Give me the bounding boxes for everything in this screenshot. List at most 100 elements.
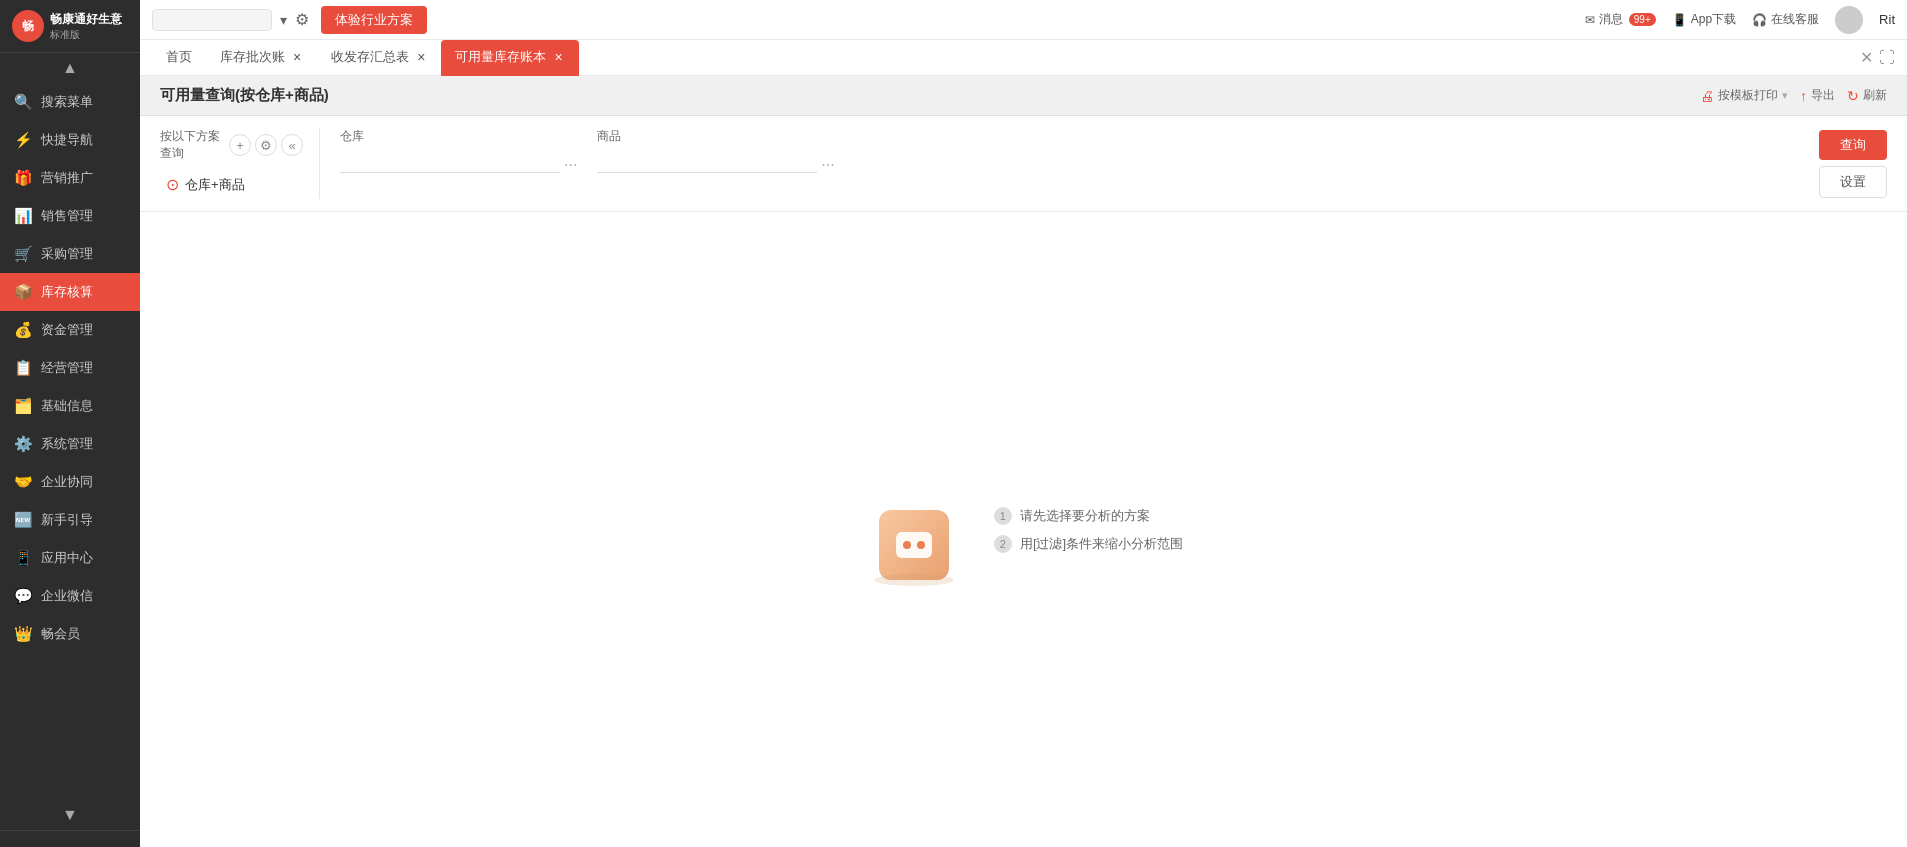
tabs-close-btn[interactable]: ✕ (1860, 48, 1873, 67)
filter-warehouse-input-row: ... (340, 149, 577, 173)
sidebar-scroll-down[interactable]: ▼ (0, 800, 140, 830)
tab-receive-summary[interactable]: 收发存汇总表 × (317, 40, 441, 76)
sidebar-label-shortcut: 快捷导航 (41, 131, 93, 149)
sidebar-item-shortcut[interactable]: ⚡快捷导航 (0, 121, 140, 159)
tabs-expand-btn[interactable]: ⛶ (1879, 48, 1895, 67)
customer-service-item[interactable]: 🎧 在线客服 (1752, 11, 1819, 28)
empty-robot-illustration (864, 480, 964, 580)
refresh-icon: ↻ (1847, 88, 1859, 104)
scheme-icons: + ⚙ « (229, 134, 303, 156)
query-scheme-title: 按以下方案查询 (160, 128, 229, 162)
sidebar-item-enterprise[interactable]: 🤝 企业协同 (0, 463, 140, 501)
filter-goods-input-row: ... (597, 149, 834, 173)
export-action[interactable]: ↑ 导出 (1800, 87, 1835, 104)
filter-goods-input[interactable] (597, 149, 817, 173)
sidebar-menu: 🔍搜索菜单⚡快捷导航 🎁 营销推广 📊销售管理 🛒 采购管理 📦库存核算 💰 资金管理 📋经营管理… (0, 83, 140, 800)
filter-warehouse: 仓库 ... (340, 128, 577, 173)
industry-solution-button[interactable]: 体验行业方案 (321, 6, 427, 34)
sidebar-label-marketing: 营销推广 (41, 169, 93, 187)
message-icon: ✉ (1585, 13, 1595, 27)
sidebar-item-guide[interactable]: 🆕新手引导 (0, 501, 140, 539)
tab-batch-ledger-label: 库存批次账 (220, 48, 285, 66)
robot-eye-left (903, 541, 911, 549)
sidebar-icon-wechat: 💬 (14, 587, 33, 605)
sidebar-label-member: 畅会员 (41, 625, 80, 643)
tab-batch-ledger-close[interactable]: × (291, 50, 303, 64)
user-avatar[interactable] (1835, 6, 1863, 34)
scheme-item-icon: ⊙ (166, 175, 179, 194)
sidebar-item-member[interactable]: 👑畅会员 (0, 615, 140, 653)
sidebar-item-purchase[interactable]: 🛒 采购管理 (0, 235, 140, 273)
sidebar-label-enterprise: 企业协同 (41, 473, 93, 491)
refresh-action[interactable]: ↻ 刷新 (1847, 87, 1887, 104)
topbar-gear-btn[interactable]: ⚙ (295, 10, 309, 29)
sidebar-icon-search: 🔍 (14, 93, 33, 111)
tabs-bar: 首页 库存批次账 × 收发存汇总表 × 可用量库存账本 × ✕ ⛶ (140, 40, 1907, 76)
topbar-search-input[interactable] (152, 9, 272, 31)
tab-available-ledger[interactable]: 可用量库存账本 × (441, 40, 578, 76)
sidebar-icon-operations: 📋 (14, 359, 33, 377)
query-button[interactable]: 查询 (1819, 130, 1887, 160)
sidebar-label-purchase: 采购管理 (41, 245, 93, 263)
app-download-item[interactable]: 📱 App下载 (1672, 11, 1736, 28)
print-template-action[interactable]: 🖨 按模板打印 ▾ (1700, 87, 1788, 104)
robot-face (896, 532, 932, 558)
scheme-settings-btn[interactable]: ⚙ (255, 134, 277, 156)
app-download-label: App下载 (1691, 11, 1736, 28)
filter-goods-dots[interactable]: ... (821, 152, 834, 170)
sidebar-scroll-up[interactable]: ▲ (0, 53, 140, 83)
scheme-add-btn[interactable]: + (229, 134, 251, 156)
tab-receive-summary-close[interactable]: × (415, 50, 427, 64)
filter-warehouse-dots[interactable]: ... (564, 152, 577, 170)
tab-home[interactable]: 首页 (152, 40, 206, 76)
settings-button[interactable]: 设置 (1819, 166, 1887, 198)
sidebar-item-sales[interactable]: 📊销售管理 (0, 197, 140, 235)
export-icon: ↑ (1800, 88, 1807, 104)
sidebar-icon-system: ⚙️ (14, 435, 33, 453)
empty-hint-2: 2 用[过滤]条件来缩小分析范围 (994, 535, 1183, 553)
filter-goods-label: 商品 (597, 128, 834, 145)
sidebar-label-sales: 销售管理 (41, 207, 93, 225)
topbar-dropdown-btn[interactable]: ▾ (280, 12, 287, 28)
sidebar-bottom (0, 830, 140, 847)
print-dropdown-icon: ▾ (1782, 89, 1788, 102)
headset-icon: 🎧 (1752, 13, 1767, 27)
sidebar-item-inventory[interactable]: 📦库存核算 (0, 273, 140, 311)
scheme-item-label: 仓库+商品 (185, 176, 245, 194)
sidebar-item-operations[interactable]: 📋经营管理 (0, 349, 140, 387)
settings-icon: ⚙ (260, 138, 272, 153)
filter-warehouse-input[interactable] (340, 149, 560, 173)
sidebar-item-finance[interactable]: 💰 资金管理 (0, 311, 140, 349)
print-icon: 🖨 (1700, 88, 1714, 104)
empty-text: 1 请先选择要分析的方案 2 用[过滤]条件来缩小分析范围 (994, 507, 1183, 553)
empty-hint-1-text: 请先选择要分析的方案 (1020, 507, 1150, 525)
empty-hint-2-text: 用[过滤]条件来缩小分析范围 (1020, 535, 1183, 553)
sidebar-item-search[interactable]: 🔍搜索菜单 (0, 83, 140, 121)
sidebar-title-block: 畅康通好生意 标准版 (50, 11, 122, 42)
scheme-collapse-btn[interactable]: « (281, 134, 303, 156)
tab-available-ledger-close[interactable]: × (552, 50, 564, 64)
topbar-right: ✉ 消息 99+ 📱 App下载 🎧 在线客服 Rit (1585, 6, 1895, 34)
query-scheme-header: 按以下方案查询 + ⚙ « (160, 128, 303, 162)
sidebar-icon-marketing: 🎁 (14, 169, 33, 187)
collapse-icon: « (288, 138, 295, 153)
sidebar-label-finance: 资金管理 (41, 321, 93, 339)
query-filters: 仓库 ... 商品 ... (340, 128, 1799, 173)
refresh-label: 刷新 (1863, 87, 1887, 104)
scheme-item-warehouse-goods[interactable]: ⊙ 仓库+商品 (160, 170, 303, 199)
notifications-item[interactable]: ✉ 消息 99+ (1585, 11, 1656, 28)
sidebar-item-system[interactable]: ⚙️系统管理 (0, 425, 140, 463)
tab-batch-ledger[interactable]: 库存批次账 × (206, 40, 317, 76)
page-header: 可用量查询(按仓库+商品) 🖨 按模板打印 ▾ ↑ 导出 ↻ 刷新 (140, 76, 1907, 116)
sidebar-icon-finance: 💰 (14, 321, 33, 339)
sidebar-item-basic[interactable]: 🗂️基础信息 (0, 387, 140, 425)
customer-service-label: 在线客服 (1771, 11, 1819, 28)
sidebar-icon-enterprise: 🤝 (14, 473, 33, 491)
empty-state: 1 请先选择要分析的方案 2 用[过滤]条件来缩小分析范围 (140, 212, 1907, 847)
sidebar-item-marketing[interactable]: 🎁 营销推广 (0, 159, 140, 197)
plus-icon: + (236, 138, 244, 153)
empty-hint-1: 1 请先选择要分析的方案 (994, 507, 1183, 525)
sidebar-item-apps[interactable]: 📱应用中心 (0, 539, 140, 577)
sidebar-item-wechat[interactable]: 💬企业微信 (0, 577, 140, 615)
sidebar-icon-purchase: 🛒 (14, 245, 33, 263)
